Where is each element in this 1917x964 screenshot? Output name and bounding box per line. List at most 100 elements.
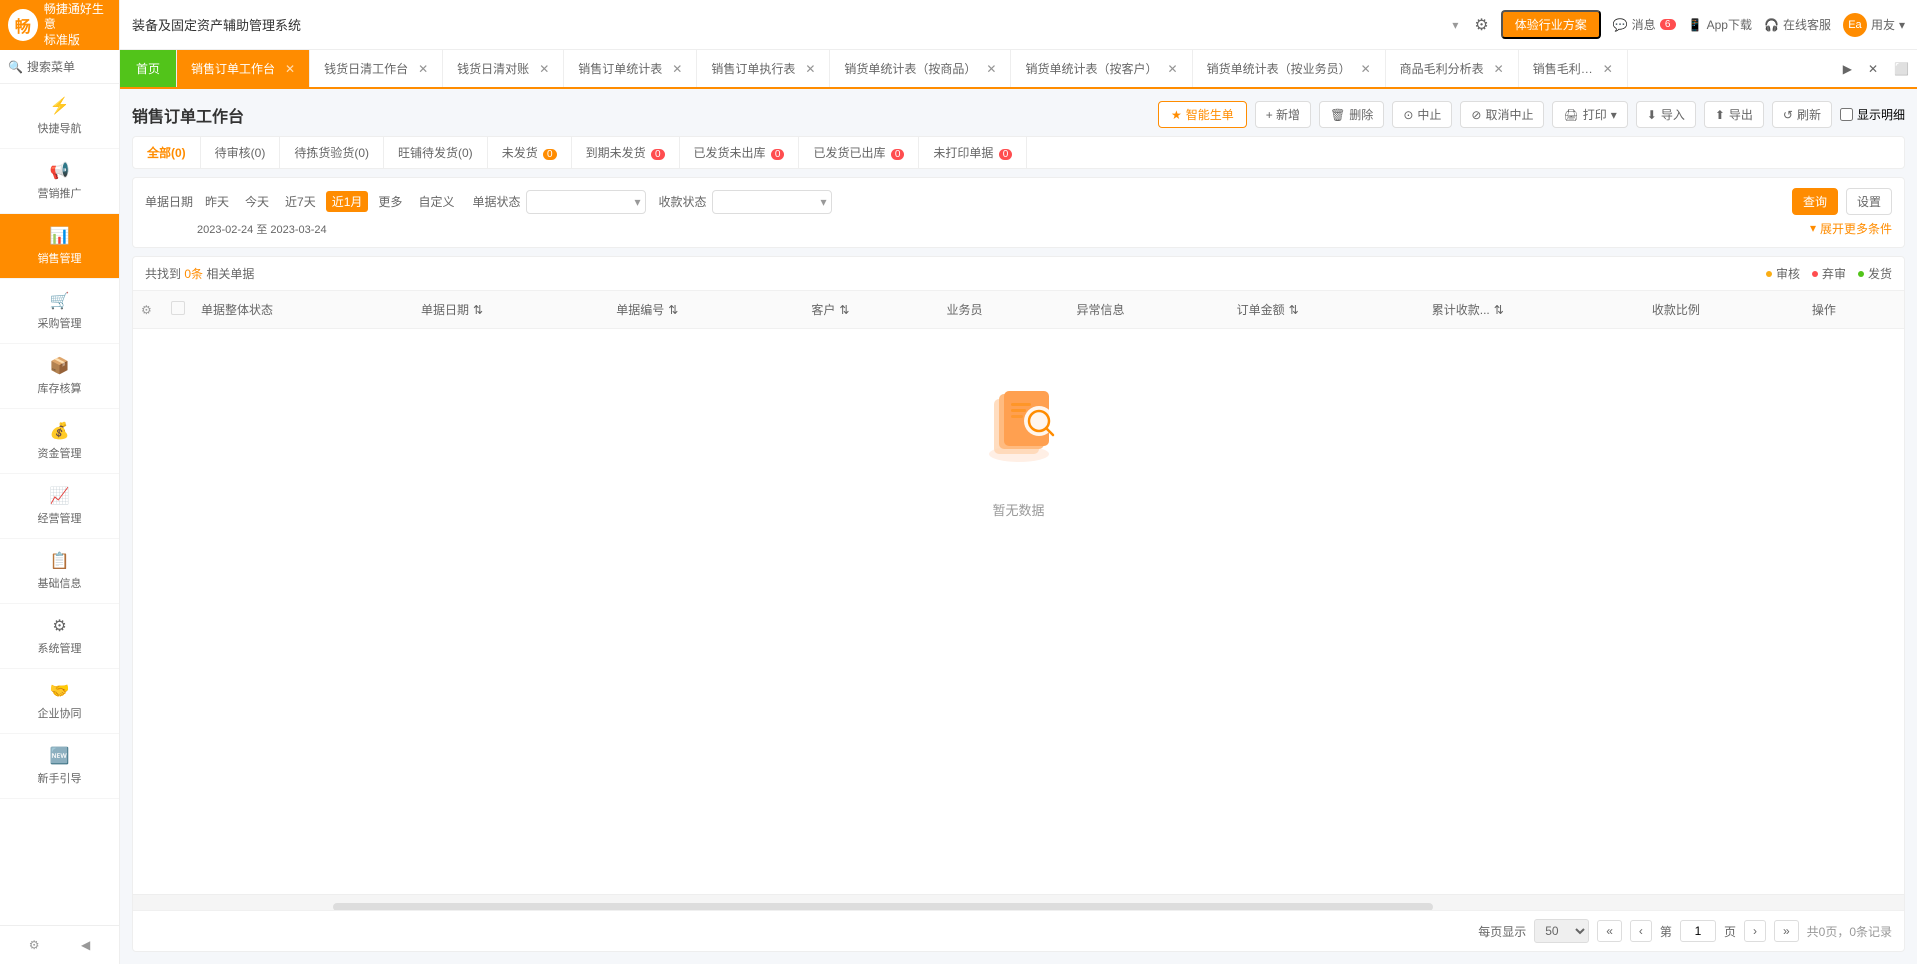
date-opt-7days[interactable]: 近7天 [279,191,322,212]
horizontal-scrollbar[interactable] [133,894,1904,910]
col-date-sort[interactable]: 单据日期⇅ [421,301,483,318]
review-action[interactable]: 审核 [1766,265,1800,282]
tab-home[interactable]: 首页 [120,50,177,87]
col-collected-header[interactable]: 累计收款...⇅ [1424,291,1644,329]
show-detail-checkbox-wrapper[interactable]: 显示明细 [1840,106,1905,123]
tab-sales-by-staff[interactable]: 销货单统计表（按业务员） ✕ [1193,50,1386,87]
col-amount-sort[interactable]: 订单金额⇅ [1237,301,1299,318]
sidebar-item-sales[interactable]: 📊 销售管理 [0,214,119,279]
date-opt-today[interactable]: 今天 [239,191,275,212]
col-customer-sort[interactable]: 客户⇅ [811,301,849,318]
col-number-header[interactable]: 单据编号⇅ [608,291,803,329]
industry-btn[interactable]: 体验行业方案 [1501,10,1601,39]
date-opt-custom[interactable]: 自定义 [412,191,460,212]
refresh-btn[interactable]: ↺ 刷新 [1772,101,1832,128]
tab-cash-daily[interactable]: 钱货日清工作台 ✕ [310,50,443,87]
sidebar-collapse-btn[interactable]: ◀ [77,934,94,956]
tab-sales-stats[interactable]: 销售订单统计表 ✕ [564,50,697,87]
col-check-header[interactable] [163,291,193,329]
tab-sales-revenue[interactable]: 销售毛利… ✕ [1519,50,1628,87]
smart-create-btn[interactable]: ★ 智能生单 [1158,101,1247,128]
expand-filter-btn[interactable]: ▾ 展开更多条件 [1810,220,1892,237]
scroll-thumb[interactable] [333,903,1433,910]
sidebar-item-guide[interactable]: 🆕 新手引导 [0,734,119,799]
date-opt-1month[interactable]: 近1月 [326,191,369,212]
first-page-btn[interactable]: « [1597,920,1622,942]
sidebar-item-quick-nav[interactable]: ⚡ 快捷导航 [0,84,119,149]
last-page-btn[interactable]: » [1774,920,1799,942]
delete-btn[interactable]: 🗑 删除 [1319,101,1384,128]
sidebar-item-marketing[interactable]: 📢 营销推广 [0,149,119,214]
col-amount-header[interactable]: 订单金额⇅ [1229,291,1424,329]
sub-tab-shipped-not-out[interactable]: 已发货未出库 0 [680,137,800,168]
status-select[interactable] [526,190,646,214]
message-btn[interactable]: 💬 消息 6 [1613,16,1676,33]
sub-tab-pending-check[interactable]: 待拣货验货(0) [280,137,384,168]
import-btn[interactable]: ⬇ 导入 [1636,101,1696,128]
chevron-down-icon[interactable]: ▾ [1452,18,1458,32]
page-size-select[interactable]: 50 10 20 100 [1534,919,1589,943]
sub-tab-expired[interactable]: 到期未发货 0 [572,137,680,168]
tab-sales-by-customer-close[interactable]: ✕ [1168,62,1178,76]
next-page-btn[interactable]: › [1744,920,1766,942]
date-opt-yesterday[interactable]: 昨天 [199,191,235,212]
tab-sales-by-product[interactable]: 销货单统计表（按商品） ✕ [830,50,1011,87]
tab-gross-profit-close[interactable]: ✕ [1494,62,1504,76]
cancel-stop-btn[interactable]: ⊘ 取消中止 [1460,101,1544,128]
header-settings-icon[interactable]: ⚙ [1474,15,1488,35]
tab-sales-stats-close[interactable]: ✕ [672,62,682,76]
sidebar-item-inventory[interactable]: 📦 库存核算 [0,344,119,409]
sidebar-item-operations[interactable]: 📈 经营管理 [0,474,119,539]
sub-tab-wangpu[interactable]: 旺铺待发货(0) [384,137,488,168]
tab-sales-workbench[interactable]: 销售订单工作台 ✕ [177,50,310,87]
col-settings[interactable]: ⚙ [133,291,163,329]
tab-sales-exec-close[interactable]: ✕ [805,62,815,76]
payment-select[interactable] [712,190,832,214]
ship-action[interactable]: 发货 [1858,265,1892,282]
select-all-checkbox[interactable] [171,301,185,315]
add-btn[interactable]: + 新增 [1255,101,1311,128]
sidebar-item-finance[interactable]: 💰 资金管理 [0,409,119,474]
tab-cash-daily-close[interactable]: ✕ [418,62,428,76]
sidebar-item-system[interactable]: ⚙ 系统管理 [0,604,119,669]
col-collected-sort[interactable]: 累计收款...⇅ [1432,301,1504,318]
show-detail-checkbox[interactable] [1840,108,1853,121]
sidebar-item-enterprise[interactable]: 🤝 企业协同 [0,669,119,734]
tab-unpin-btn[interactable]: ✕ [1860,54,1886,84]
sidebar-settings-btn[interactable]: ⚙ [25,934,44,956]
tab-cash-reconcile-close[interactable]: ✕ [539,62,549,76]
print-btn[interactable]: 🖨 打印 ▾ [1552,101,1627,128]
sidebar-search[interactable]: 🔍 搜索菜单 [0,50,119,84]
sub-tab-not-shipped[interactable]: 未发货 0 [488,137,572,168]
online-service-btn[interactable]: 🎧 在线客服 [1764,16,1831,33]
sub-tab-not-printed[interactable]: 未打印单据 0 [919,137,1027,168]
export-btn[interactable]: ⬆ 导出 [1704,101,1764,128]
app-download-btn[interactable]: 📱 App下载 [1688,16,1752,33]
sidebar-item-purchase[interactable]: 🛒 采购管理 [0,279,119,344]
sub-tab-pending-review[interactable]: 待审核(0) [201,137,281,168]
prev-page-btn[interactable]: ‹ [1630,920,1652,942]
sidebar-item-basic[interactable]: 📋 基础信息 [0,539,119,604]
tab-sales-revenue-close[interactable]: ✕ [1603,62,1613,76]
col-number-sort[interactable]: 单据编号⇅ [616,301,678,318]
tab-sales-exec[interactable]: 销售订单执行表 ✕ [697,50,830,87]
table-scroll-container[interactable]: ⚙ 单据整体状态 单据日期⇅ 单据编号⇅ 客户⇅ 业务员 异常信息 订单金额⇅ … [133,291,1904,894]
date-opt-more[interactable]: 更多 [372,191,408,212]
tab-gross-profit[interactable]: 商品毛利分析表 ✕ [1386,50,1519,87]
tab-maximize-btn[interactable]: ⬜ [1886,54,1917,84]
tab-sales-by-product-close[interactable]: ✕ [986,62,996,76]
setting-filter-btn[interactable]: 设置 [1846,188,1892,215]
tab-overflow-btn[interactable]: ▶ [1835,54,1860,84]
tab-sales-workbench-close[interactable]: ✕ [285,62,295,76]
stop-btn[interactable]: ⊙ 中止 [1392,101,1452,128]
sub-tab-shipped-out[interactable]: 已发货已出库 0 [799,137,919,168]
cancel-review-action[interactable]: 弃审 [1812,265,1846,282]
tab-cash-reconcile[interactable]: 钱货日清对账 ✕ [443,50,564,87]
sub-tab-all[interactable]: 全部(0) [133,137,201,168]
col-date-header[interactable]: 单据日期⇅ [413,291,608,329]
page-input[interactable]: 1 [1680,920,1716,942]
col-customer-header[interactable]: 客户⇅ [803,291,938,329]
user-menu-btn[interactable]: Ea 用友 ▾ [1843,13,1905,37]
tab-sales-by-staff-close[interactable]: ✕ [1361,62,1371,76]
query-btn[interactable]: 查询 [1792,188,1838,215]
